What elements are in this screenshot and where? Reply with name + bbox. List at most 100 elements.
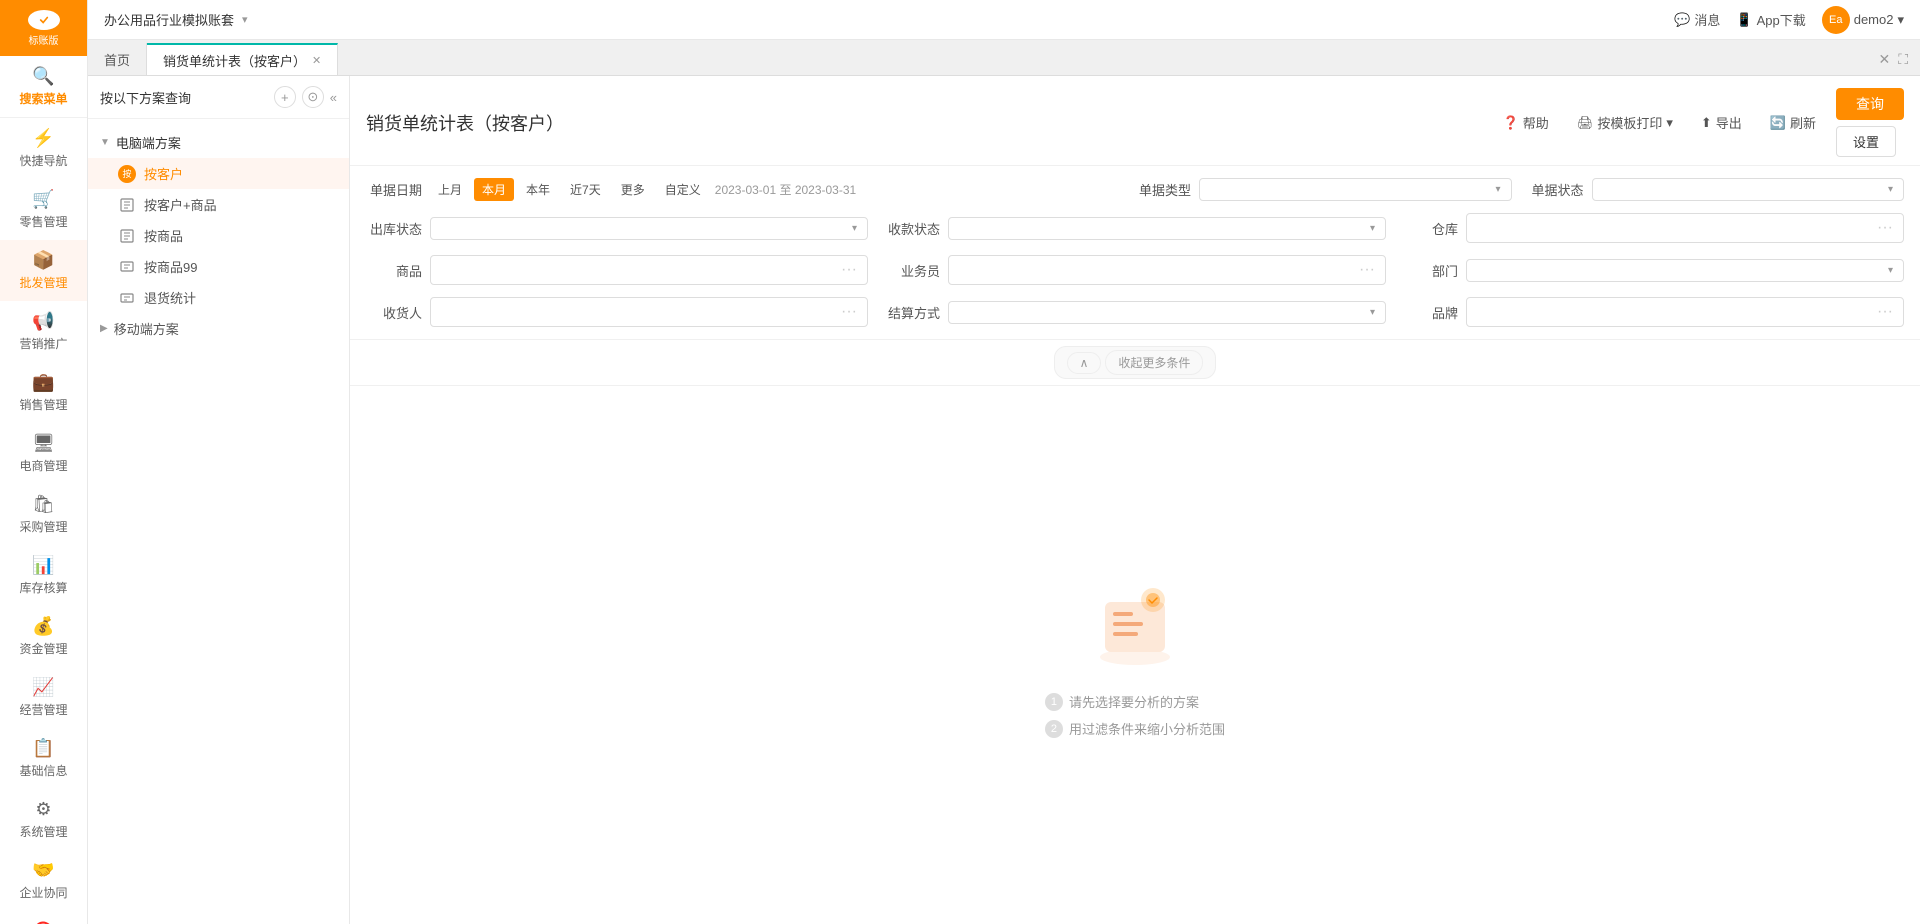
sidebar-item-ecommerce[interactable]: 🖥 电商管理 bbox=[0, 423, 87, 484]
wholesale-icon: 📦 bbox=[32, 250, 54, 271]
by-customer-product-icon bbox=[118, 196, 136, 214]
sidebar-item-wholesale[interactable]: 📦 批发管理 bbox=[0, 240, 87, 301]
print-icon: 🖨 bbox=[1577, 115, 1594, 131]
help-icon: ❓ bbox=[1503, 115, 1519, 131]
page-content: 按以下方案查询 + ⊙ « ▼ 电脑端方案 按 按客户 bbox=[88, 76, 1920, 924]
doc-type-select[interactable]: ▾ bbox=[1199, 178, 1512, 201]
date-tab-custom[interactable]: 自定义 bbox=[657, 178, 709, 201]
filter-row-2: 出库状态 ▾ 收款状态 ▾ 仓库 bbox=[366, 213, 1904, 243]
tree-item-by-product[interactable]: 按商品 bbox=[88, 220, 349, 251]
add-scheme-button[interactable]: + bbox=[274, 86, 296, 108]
page-header: 销货单统计表（按客户） ❓ 帮助 🖨 按模板打印 ▾ ⬆ 导出 bbox=[350, 76, 1920, 166]
tab-home[interactable]: 首页 bbox=[88, 43, 147, 75]
tab-close-icon[interactable]: ✕ bbox=[312, 54, 321, 67]
empty-tips: 1 请先选择要分析的方案 2 用过滤条件来缩小分析范围 bbox=[1045, 692, 1225, 738]
print-button[interactable]: 🖨 按模板打印 ▾ bbox=[1569, 109, 1681, 136]
sidebar-item-sales[interactable]: 💼 销售管理 bbox=[0, 362, 87, 423]
close-window-icon[interactable]: ✕ bbox=[1878, 51, 1890, 68]
system-icon: ⚙ bbox=[35, 799, 51, 820]
tree-group-desktop[interactable]: ▼ 电脑端方案 bbox=[88, 127, 349, 158]
brand-input[interactable]: ··· bbox=[1466, 297, 1904, 327]
app-download-icon: 📱 bbox=[1736, 12, 1752, 28]
collect-status-select[interactable]: ▾ bbox=[948, 217, 1386, 240]
filter-col-doctype: 单据类型 ▾ bbox=[1135, 178, 1512, 201]
business-icon: 📈 bbox=[32, 677, 54, 698]
tree-item-return-stat[interactable]: 退货统计 bbox=[88, 282, 349, 313]
page-title: 销货单统计表（按客户） bbox=[366, 110, 564, 136]
cooperation-icon: 🤝 bbox=[32, 860, 54, 881]
product-label: 商品 bbox=[366, 261, 422, 280]
tab-sales-stat[interactable]: 销货单统计表（按客户） ✕ bbox=[147, 43, 338, 75]
sidebar-item-inventory[interactable]: 📊 库存核算 bbox=[0, 545, 87, 606]
marketing-icon: 📢 bbox=[32, 311, 54, 332]
user-menu[interactable]: Ea demo2 ▾ bbox=[1822, 6, 1904, 34]
date-tab-7days[interactable]: 近7天 bbox=[562, 178, 609, 201]
collapse-panel-button[interactable]: « bbox=[330, 90, 337, 105]
query-button[interactable]: 查询 bbox=[1836, 88, 1904, 120]
logo-area: 标账版 bbox=[0, 0, 87, 56]
date-tab-more[interactable]: 更多 bbox=[613, 178, 653, 201]
tree-group-mobile[interactable]: ▶ 移动端方案 bbox=[88, 313, 349, 344]
scheme-settings-button[interactable]: ⊙ bbox=[302, 86, 324, 108]
sidebar-item-quick-nav[interactable]: ⚡ 快捷导航 bbox=[0, 118, 87, 179]
refresh-button[interactable]: 🔄 刷新 bbox=[1762, 109, 1824, 136]
date-tab-this-year[interactable]: 本年 bbox=[518, 178, 558, 201]
avatar: Ea bbox=[1822, 6, 1850, 34]
topbar: 办公用品行业模拟账套 ▾ 💬 消息 📱 App下载 Ea demo2 ▾ bbox=[88, 0, 1920, 40]
sidebar-item-finance[interactable]: 💰 资金管理 bbox=[0, 606, 87, 667]
date-tab-this-month[interactable]: 本月 bbox=[474, 178, 514, 201]
doc-status-select[interactable]: ▾ bbox=[1592, 178, 1905, 201]
salesperson-input[interactable]: ··· bbox=[948, 255, 1386, 285]
date-tabs: 上月 本月 本年 近7天 更多 自定义 bbox=[430, 178, 709, 201]
message-button[interactable]: 💬 消息 bbox=[1674, 10, 1720, 29]
settings-button[interactable]: 设置 bbox=[1836, 126, 1896, 157]
consignee-input[interactable]: ··· bbox=[430, 297, 868, 327]
left-panel-actions: + ⊙ « bbox=[274, 86, 337, 108]
settle-label: 结算方式 bbox=[884, 303, 940, 322]
by-customer-icon: 按 bbox=[118, 165, 136, 183]
sidebar-item-marketing[interactable]: 📢 营销推广 bbox=[0, 301, 87, 362]
date-tab-last-month[interactable]: 上月 bbox=[430, 178, 470, 201]
salesperson-dots[interactable]: ··· bbox=[1359, 261, 1375, 279]
export-button[interactable]: ⬆ 导出 bbox=[1693, 109, 1750, 136]
tree-item-by-product-99[interactable]: 按商品99 bbox=[88, 251, 349, 282]
sidebar-item-search-menu[interactable]: 🔍 搜索菜单 bbox=[0, 56, 87, 118]
sidebar-nav: 🔍 搜索菜单 ⚡ 快捷导航 🛒 零售管理 📦 批发管理 📢 营销推广 💼 销售管… bbox=[0, 56, 87, 924]
consignee-label: 收货人 bbox=[366, 303, 422, 322]
brand-dots[interactable]: ··· bbox=[1877, 303, 1893, 321]
warehouse-dots[interactable]: ··· bbox=[1877, 219, 1893, 237]
out-status-select[interactable]: ▾ bbox=[430, 217, 868, 240]
help-button[interactable]: ❓ 帮助 bbox=[1495, 109, 1557, 136]
maximize-icon[interactable]: ⛶ bbox=[1898, 51, 1908, 68]
filter-row-1: 单据日期 上月 本月 本年 近7天 更多 自定义 2023-03-01 至 20… bbox=[366, 178, 1904, 201]
sidebar-item-system[interactable]: ⚙ 系统管理 bbox=[0, 789, 87, 850]
purchase-icon: 🛍 bbox=[32, 494, 55, 515]
sidebar-item-retail[interactable]: 🛒 零售管理 bbox=[0, 179, 87, 240]
sales-icon: 💼 bbox=[32, 372, 54, 393]
tree-item-by-customer-product[interactable]: 按客户+商品 bbox=[88, 189, 349, 220]
settle-select[interactable]: ▾ bbox=[948, 301, 1386, 324]
sidebar-item-guide[interactable]: 🎯 新手引导 bbox=[0, 911, 87, 924]
sidebar-item-purchase[interactable]: 🛍 采购管理 bbox=[0, 484, 87, 545]
settle-arrow: ▾ bbox=[1370, 307, 1375, 318]
topbar-dropdown-icon[interactable]: ▾ bbox=[242, 13, 248, 26]
out-status-arrow: ▾ bbox=[852, 223, 857, 234]
sidebar-item-cooperation[interactable]: 🤝 企业协同 bbox=[0, 850, 87, 911]
collapse-bar[interactable]: ∧ 收起更多条件 bbox=[350, 340, 1920, 386]
ecommerce-icon: 🖥 bbox=[32, 433, 55, 454]
empty-tip-2: 2 用过滤条件来缩小分析范围 bbox=[1045, 719, 1225, 738]
consignee-dots[interactable]: ··· bbox=[841, 303, 857, 321]
department-select[interactable]: ▾ bbox=[1466, 259, 1904, 282]
sidebar-item-business[interactable]: 📈 经营管理 bbox=[0, 667, 87, 728]
empty-state: 1 请先选择要分析的方案 2 用过滤条件来缩小分析范围 bbox=[350, 386, 1920, 924]
product-dots[interactable]: ··· bbox=[841, 261, 857, 279]
empty-icon bbox=[1075, 572, 1195, 672]
tree-group-mobile-arrow: ▶ bbox=[100, 323, 108, 334]
product-input[interactable]: ··· bbox=[430, 255, 868, 285]
app-download-button[interactable]: 📱 App下载 bbox=[1736, 10, 1805, 29]
warehouse-input[interactable]: ··· bbox=[1466, 213, 1904, 243]
date-control: 上月 本月 本年 近7天 更多 自定义 2023-03-01 至 2023-03… bbox=[430, 178, 1119, 201]
tree-item-by-customer[interactable]: 按 按客户 bbox=[88, 158, 349, 189]
sidebar-item-basic[interactable]: 📋 基础信息 bbox=[0, 728, 87, 789]
filter-col-collectstatus: 收款状态 ▾ bbox=[884, 217, 1386, 240]
